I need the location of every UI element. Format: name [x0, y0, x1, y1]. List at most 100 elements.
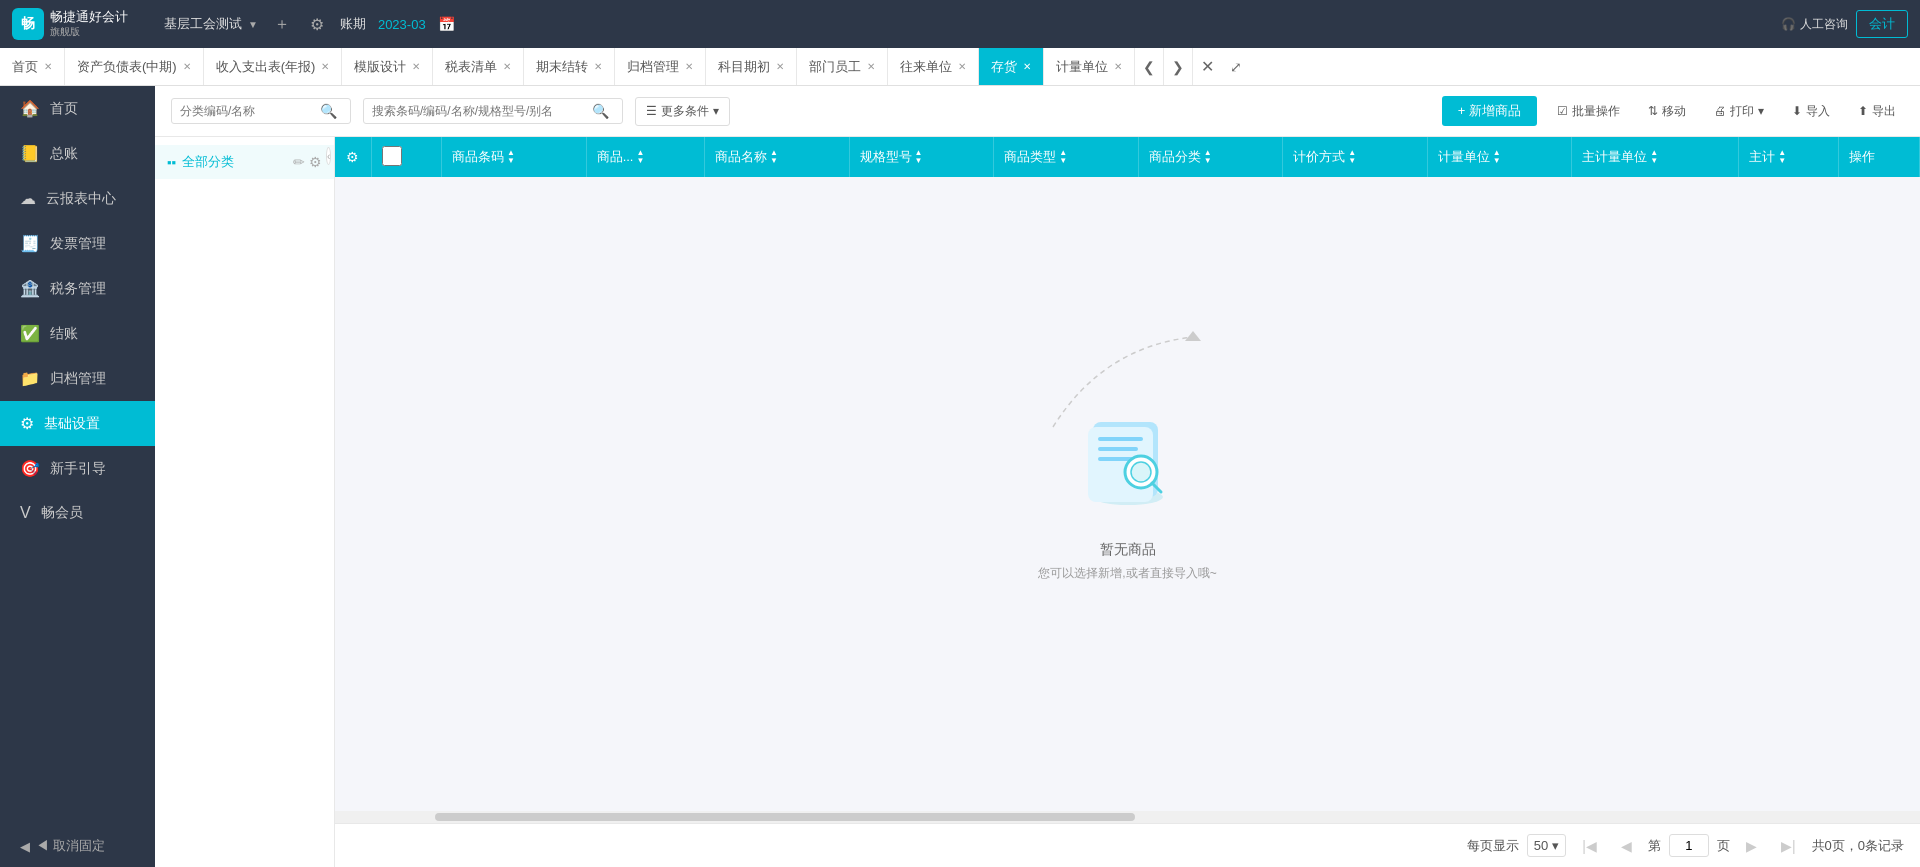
page-last-button[interactable]: ▶| — [1773, 835, 1804, 857]
sort-icon[interactable]: ▲▼ — [770, 149, 778, 165]
tab-inventory[interactable]: 存货 ✕ — [979, 48, 1044, 86]
sort-icon[interactable]: ▲▼ — [1778, 149, 1786, 165]
tab-archive[interactable]: 归档管理 ✕ — [615, 48, 706, 86]
select-all-checkbox[interactable] — [382, 146, 402, 166]
sort-icon[interactable]: ▲▼ — [1493, 149, 1501, 165]
tab-close-icon[interactable]: ✕ — [685, 61, 693, 72]
page-input[interactable] — [1669, 834, 1709, 857]
tab-close-icon[interactable]: ✕ — [594, 61, 602, 72]
move-button[interactable]: ⇅ 移动 — [1640, 99, 1694, 124]
per-page-select[interactable]: 50 ▾ — [1527, 834, 1566, 857]
sidebar-item-guide[interactable]: 🎯 新手引导 — [0, 446, 155, 491]
page-first-button[interactable]: |◀ — [1574, 835, 1605, 857]
sort-icon[interactable]: ▲▼ — [915, 149, 923, 165]
page-prev-button[interactable]: ◀ — [1613, 835, 1640, 857]
th-product-name[interactable]: 商品名称 ▲▼ — [705, 137, 850, 177]
category-edit-icon[interactable]: ✏ — [293, 154, 305, 170]
scrollbar-thumb[interactable] — [435, 813, 1135, 821]
tab-dept-employee[interactable]: 部门员工 ✕ — [797, 48, 888, 86]
th-main-count[interactable]: 主计 ▲▼ — [1739, 137, 1839, 177]
per-page-label: 每页显示 — [1467, 837, 1519, 855]
sidebar-item-closing[interactable]: ✅ 结账 — [0, 311, 155, 356]
import-button[interactable]: ⬇ 导入 — [1784, 99, 1838, 124]
sort-icon[interactable]: ▲▼ — [1348, 149, 1356, 165]
sidebar-item-tax[interactable]: 🏦 税务管理 — [0, 266, 155, 311]
settings-button[interactable]: ⚙ — [306, 11, 328, 38]
sort-icon[interactable]: ▲▼ — [507, 149, 515, 165]
sidebar-label: 发票管理 — [50, 235, 106, 253]
sidebar-item-basic-settings[interactable]: ⚙ 基础设置 — [0, 401, 155, 446]
sort-icon[interactable]: ▲▼ — [1059, 149, 1067, 165]
print-button[interactable]: 🖨 打印 ▾ — [1706, 99, 1772, 124]
print-arrow-icon: ▾ — [1758, 104, 1764, 118]
tab-close-icon[interactable]: ✕ — [1023, 61, 1031, 72]
sidebar-item-home[interactable]: 🏠 首页 — [0, 86, 155, 131]
tab-close-icon[interactable]: ✕ — [183, 61, 191, 72]
sidebar-item-archive[interactable]: 📁 归档管理 — [0, 356, 155, 401]
workspace-selector[interactable]: 基层工会测试 ▼ — [164, 15, 258, 33]
ledger-icon: 📒 — [20, 144, 40, 163]
tab-close-icon[interactable]: ✕ — [321, 61, 329, 72]
tab-income-report[interactable]: 收入支出表(年报) ✕ — [204, 48, 343, 86]
page-next-button[interactable]: ▶ — [1738, 835, 1765, 857]
th-unit[interactable]: 计量单位 ▲▼ — [1427, 137, 1572, 177]
tab-period-carry[interactable]: 期末结转 ✕ — [524, 48, 615, 86]
tab-balance-sheet[interactable]: 资产负债表(中期) ✕ — [65, 48, 204, 86]
sort-icon[interactable]: ▲▼ — [1650, 149, 1658, 165]
main-search-box[interactable]: 🔍 — [363, 98, 623, 124]
category-all[interactable]: ▪▪ 全部分类 ✏ ⚙ — [155, 145, 334, 179]
th-price-method[interactable]: 计价方式 ▲▼ — [1283, 137, 1428, 177]
main-search-icon[interactable]: 🔍 — [592, 103, 609, 119]
tab-close-icon[interactable]: ✕ — [503, 61, 511, 72]
category-search-icon[interactable]: 🔍 — [320, 103, 337, 119]
customer-service-button[interactable]: 🎧 人工咨询 — [1781, 16, 1848, 33]
sort-icon[interactable]: ▲▼ — [636, 149, 644, 165]
add-product-button[interactable]: + 新增商品 — [1442, 96, 1537, 126]
tab-template-design[interactable]: 模版设计 ✕ — [342, 48, 433, 86]
left-category-panel: ▪▪ 全部分类 ✏ ⚙ — [155, 137, 335, 867]
tab-subject-init[interactable]: 科目期初 ✕ — [706, 48, 797, 86]
kuaiji-button[interactable]: 会计 — [1856, 10, 1908, 38]
tab-label: 部门员工 — [809, 58, 861, 76]
th-barcode[interactable]: 商品条码 ▲▼ — [442, 137, 587, 177]
tab-close-icon[interactable]: ✕ — [412, 61, 420, 72]
tab-close-icon[interactable]: ✕ — [1114, 61, 1122, 72]
th-product-category[interactable]: 商品分类 ▲▼ — [1138, 137, 1283, 177]
tab-home[interactable]: 首页 ✕ — [0, 48, 65, 86]
horizontal-scrollbar[interactable] — [335, 811, 1920, 823]
sidebar-collapse-button[interactable]: ◀ ◀ 取消固定 — [0, 825, 155, 867]
tab-close-icon[interactable]: ✕ — [776, 61, 784, 72]
tab-close-all[interactable]: ✕ — [1193, 48, 1222, 86]
category-search-input[interactable] — [180, 104, 320, 118]
tab-nav-right[interactable]: ❯ — [1164, 48, 1193, 86]
tab-nav-left[interactable]: ❮ — [1135, 48, 1164, 86]
th-product-type[interactable]: 商品类型 ▲▼ — [994, 137, 1139, 177]
th-main-unit[interactable]: 主计量单位 ▲▼ — [1572, 137, 1739, 177]
category-search-box[interactable]: 🔍 — [171, 98, 351, 124]
main-search-input[interactable] — [372, 104, 592, 118]
tab-label: 存货 — [991, 58, 1017, 76]
th-spec[interactable]: 规格型号 ▲▼ — [849, 137, 994, 177]
tab-contact[interactable]: 往来单位 ✕ — [888, 48, 979, 86]
tab-unit[interactable]: 计量单位 ✕ — [1044, 48, 1135, 86]
sidebar-item-general-ledger[interactable]: 📒 总账 — [0, 131, 155, 176]
sidebar-item-vip[interactable]: V 畅会员 — [0, 491, 155, 535]
tab-tax-list[interactable]: 税表清单 ✕ — [433, 48, 524, 86]
th-product-code[interactable]: 商品... ▲▼ — [586, 137, 704, 177]
add-workspace-button[interactable]: ＋ — [270, 10, 294, 39]
calendar-icon[interactable]: 📅 — [438, 16, 455, 32]
filter-button[interactable]: ☰ 更多条件 ▾ — [635, 97, 730, 126]
tab-close-icon[interactable]: ✕ — [44, 61, 52, 72]
th-gear[interactable]: ⚙ — [335, 137, 371, 177]
batch-operation-button[interactable]: ☑ 批量操作 — [1549, 99, 1628, 124]
pagination-bar: 每页显示 50 ▾ |◀ ◀ 第 页 ▶ ▶| 共0页，0条记录 — [335, 823, 1920, 867]
tab-close-icon[interactable]: ✕ — [867, 61, 875, 72]
sort-icon[interactable]: ▲▼ — [1204, 149, 1212, 165]
sidebar-item-cloud-report[interactable]: ☁ 云报表中心 — [0, 176, 155, 221]
sidebar-item-invoice[interactable]: 🧾 发票管理 — [0, 221, 155, 266]
tab-close-icon[interactable]: ✕ — [958, 61, 966, 72]
th-checkbox[interactable] — [371, 137, 442, 177]
tab-expand[interactable]: ⤢ — [1222, 48, 1250, 86]
export-button[interactable]: ⬆ 导出 — [1850, 99, 1904, 124]
category-settings-icon[interactable]: ⚙ — [309, 154, 322, 170]
